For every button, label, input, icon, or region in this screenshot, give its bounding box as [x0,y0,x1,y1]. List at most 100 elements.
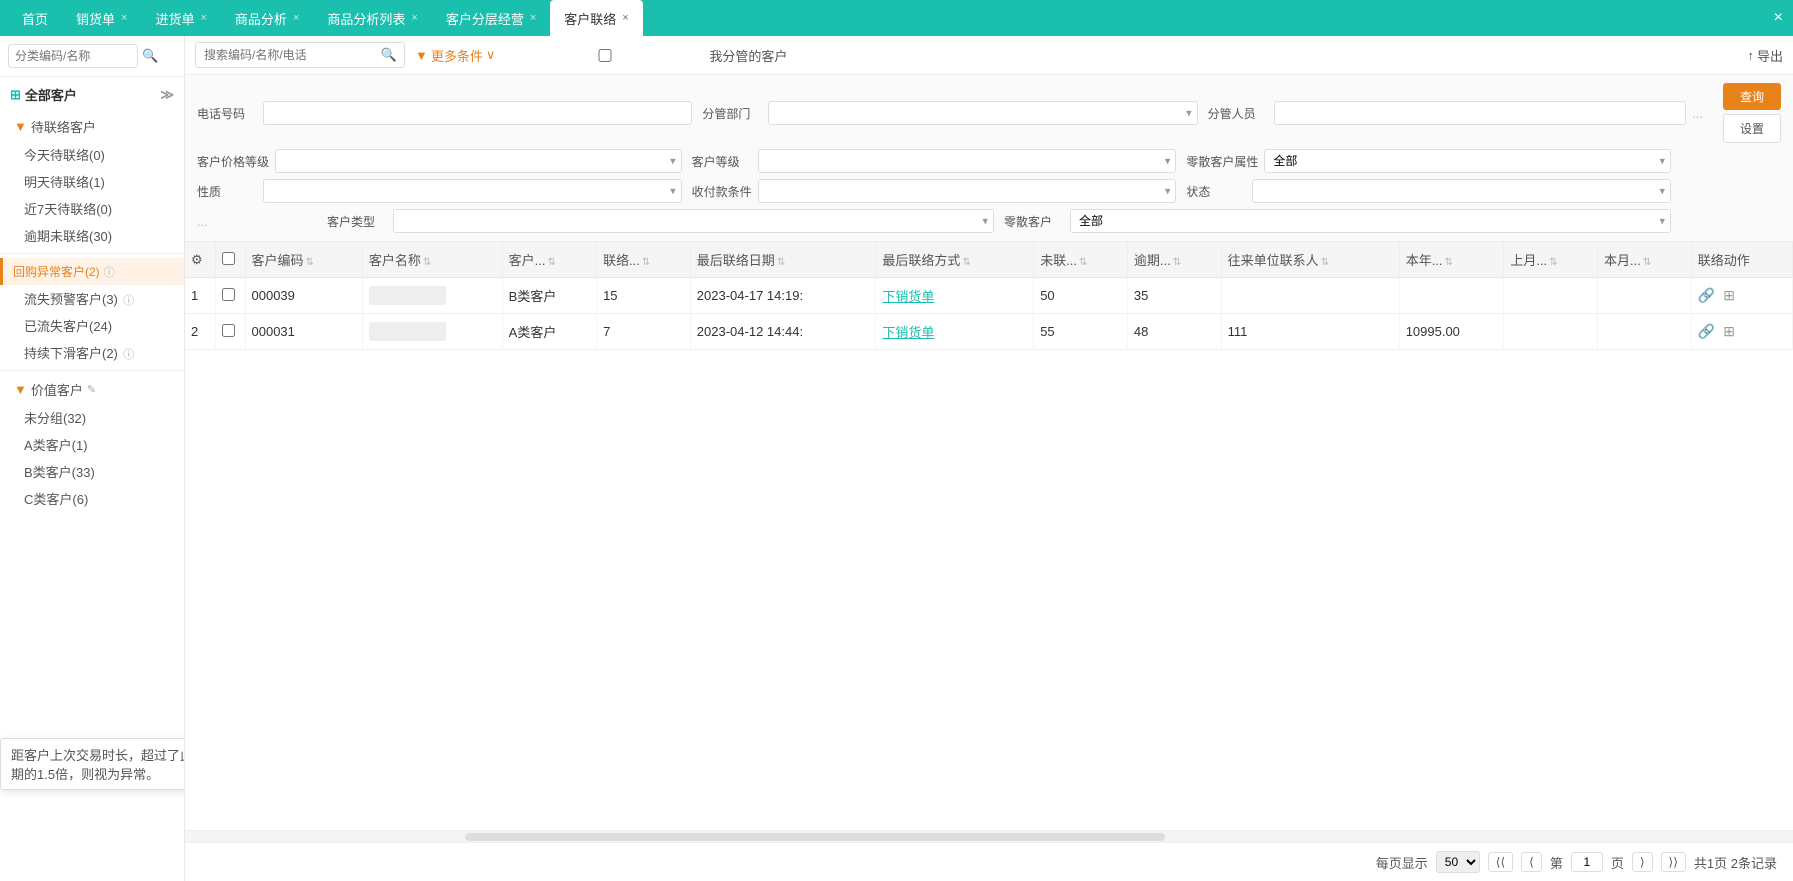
tomorrow-pending[interactable]: 明天待联络(1) [0,168,184,195]
row1-select-checkbox[interactable] [222,288,235,301]
sort-contact-icon[interactable]: ⇅ [642,257,650,268]
sort-type-icon[interactable]: ⇅ [548,257,556,268]
extra-more-icon[interactable]: ... [197,214,208,229]
settings-col-header[interactable]: ⚙ [185,242,215,278]
scrollbar-thumb[interactable] [465,833,1165,841]
week-pending[interactable]: 近7天待联络(0) [0,195,184,222]
abnormal-info-icon[interactable]: ⓘ [104,264,115,280]
nav-product-analysis-list[interactable]: 商品分析列表 × [313,0,431,36]
sidebar-collapse-icon[interactable]: ≫ [160,87,174,103]
row1-qr-icon[interactable]: ⊞ [1723,287,1735,304]
nav-customer-contact[interactable]: 客户联络 × [550,0,642,36]
nav-purchase-close[interactable]: × [200,12,206,24]
declining-customers[interactable]: 持续下滑客户(2) ⓘ [0,339,184,366]
row2-qr-icon[interactable]: ⊞ [1723,323,1735,340]
gender-select[interactable] [263,179,682,203]
search-button[interactable]: 🔍 [381,47,397,63]
lost-preview-info-icon[interactable]: ⓘ [123,295,134,307]
price-grade-select[interactable] [275,149,682,173]
table-settings-icon[interactable]: ⚙ [191,252,203,267]
status-select[interactable] [1252,179,1671,203]
value-customers-group[interactable]: ▼ 价值客户 ✎ [0,375,184,404]
sort-name-icon[interactable]: ⇅ [423,257,431,268]
table-header-row: ⚙ 客户编码⇅ 客户名称⇅ 客户...⇅ 联络...⇅ 最后联络日期⇅ 最后联络… [185,242,1793,278]
window-close-button[interactable]: × [1774,9,1783,27]
page-number-input[interactable] [1571,852,1603,872]
lost-preview[interactable]: 流失预警客户(3) ⓘ [0,285,184,312]
retail-attr-field: 零散客户属性 全部 [1186,149,1671,173]
sort-overdue-icon[interactable]: ⇅ [1173,257,1181,268]
declining-info-icon[interactable]: ⓘ [123,349,134,361]
row1-link-icon[interactable]: 🔗 [1698,287,1715,304]
customer-grade-select[interactable] [758,149,1177,173]
nav-product-analysis-close[interactable]: × [293,12,299,24]
nav-product-list-close[interactable]: × [411,12,417,24]
my-customers-checkbox[interactable] [505,49,705,62]
row1-last-method[interactable]: 下销货单 [876,278,1034,314]
retail-customer-select-wrapper: 全部 [1070,209,1671,233]
sort-unit-icon[interactable]: ⇅ [1321,257,1329,268]
row2-method-link[interactable]: 下销货单 [882,325,934,340]
select-all-checkbox[interactable] [222,252,235,265]
col-last-contact-date: 最后联络日期⇅ [690,242,876,278]
class-b[interactable]: B类客户(33) [0,458,184,485]
all-customers-header[interactable]: ⊞ 全部客户 ≫ [0,77,184,112]
class-c[interactable]: C类客户(6) [0,485,184,512]
customer-type-select[interactable] [393,209,994,233]
nav-tiering-close[interactable]: × [530,12,536,24]
filter-bar: 🔍 ▼ 更多条件 ∨ 我分管的客户 ↑ 导出 [185,36,1793,75]
settings-button[interactable]: 设置 [1723,114,1781,143]
nav-sales-order[interactable]: 销货单 × [62,0,141,36]
nav-purchase-order[interactable]: 进货单 × [141,0,220,36]
row2-checkbox[interactable] [215,314,245,350]
query-button[interactable]: 查询 [1723,83,1781,110]
value-edit-icon[interactable]: ✎ [87,383,96,396]
sort-lastmonth-icon[interactable]: ⇅ [1549,257,1557,268]
row2-unit-contact: 111 [1221,314,1399,350]
row2-select-checkbox[interactable] [222,324,235,337]
manager-more-icon[interactable]: ... [1692,106,1703,121]
row1-method-link[interactable]: 下销货单 [882,289,934,304]
sort-thismonth-icon[interactable]: ⇅ [1643,257,1651,268]
export-button[interactable]: ↑ 导出 [1747,46,1783,65]
sort-code-icon[interactable]: ⇅ [306,257,314,268]
lost-customers[interactable]: 已流失客户(24) [0,312,184,339]
search-input[interactable] [195,42,405,68]
payment-select[interactable] [758,179,1177,203]
nav-home[interactable]: 首页 [8,0,62,36]
next-page-button[interactable]: ⟩ [1632,852,1653,872]
nav-contact-close[interactable]: × [622,12,628,24]
row1-checkbox[interactable] [215,278,245,314]
sort-year-icon[interactable]: ⇅ [1445,257,1453,268]
col-uncontacted: 未联...⇅ [1034,242,1128,278]
pending-contact-group[interactable]: ▼ 待联络客户 [0,112,184,141]
row2-link-icon[interactable]: 🔗 [1698,323,1715,340]
sort-uncontacted-icon[interactable]: ⇅ [1079,257,1087,268]
ungrouped[interactable]: 未分组(32) [0,404,184,431]
my-customers-checkbox-label[interactable]: 我分管的客户 [505,46,787,65]
row1-actions: 🔗 ⊞ [1691,278,1792,314]
dept-select[interactable] [768,101,1197,125]
prev-page-button[interactable]: ⟨ [1521,852,1542,872]
today-pending[interactable]: 今天待联络(0) [0,141,184,168]
phone-input[interactable] [263,101,692,125]
retail-customer-select[interactable]: 全部 [1070,209,1671,233]
class-a[interactable]: A类客户(1) [0,431,184,458]
first-page-button[interactable]: ⟨⟨ [1488,852,1513,872]
overdue-uncontacted[interactable]: 逾期未联络(30) [0,222,184,249]
nav-customer-tiering[interactable]: 客户分层经营 × [432,0,550,36]
more-conditions-btn[interactable]: ▼ 更多条件 ∨ [415,46,495,65]
row2-last-method[interactable]: 下销货单 [876,314,1034,350]
abnormal-repurchase[interactable]: 回购异常客户(2) ⓘ [0,258,184,285]
nav-sales-order-close[interactable]: × [121,12,127,24]
sort-method-icon[interactable]: ⇅ [962,257,970,268]
retail-attr-select[interactable]: 全部 [1264,149,1671,173]
manager-input[interactable] [1274,101,1686,125]
per-page-select[interactable]: 50 [1436,851,1480,873]
sort-date-icon[interactable]: ⇅ [777,257,785,268]
sidebar-search-input[interactable] [8,44,138,68]
nav-product-analysis[interactable]: 商品分析 × [221,0,313,36]
horizontal-scrollbar[interactable] [185,830,1793,842]
sidebar-search-icon[interactable]: 🔍 [142,48,158,64]
last-page-button[interactable]: ⟩⟩ [1661,852,1686,872]
